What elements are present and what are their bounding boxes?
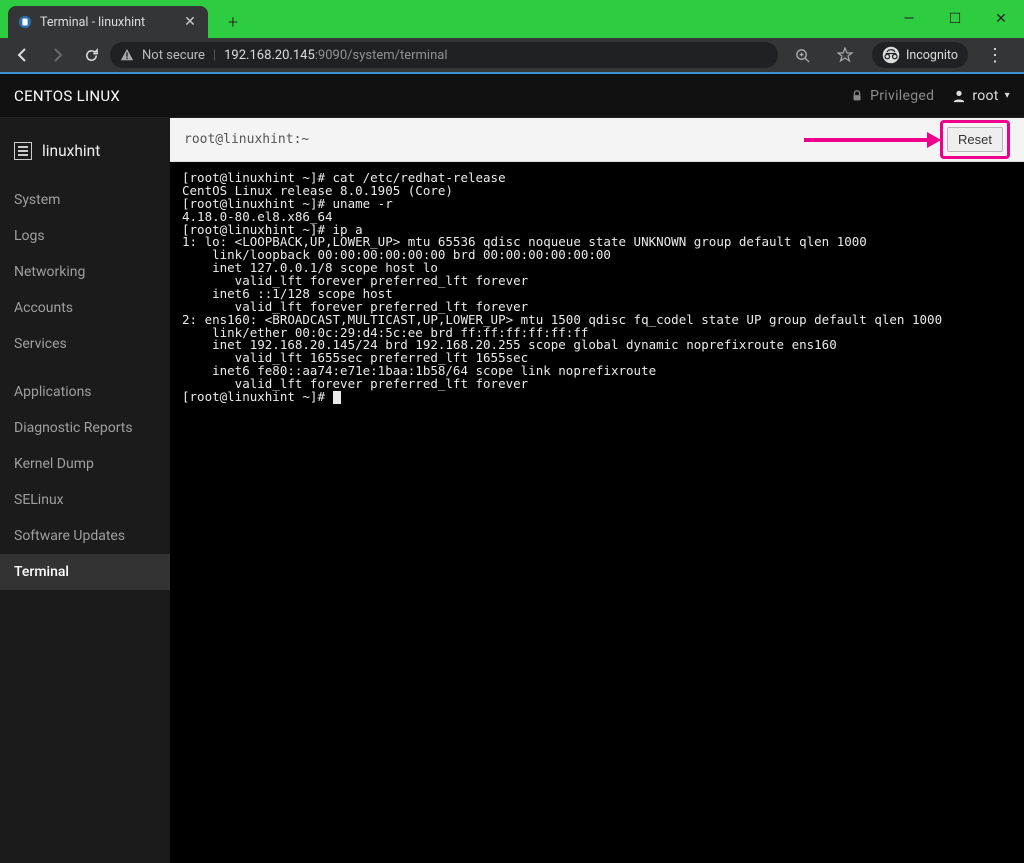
sidebar-item-networking[interactable]: Networking [0, 254, 170, 290]
sidebar-item-applications[interactable]: Applications [0, 374, 170, 410]
url-host: 192.168.20.145 [224, 48, 315, 63]
window-close-button[interactable]: ✕ [978, 0, 1024, 38]
browser-toolbar: Not secure | 192.168.20.145:9090/system/… [0, 38, 1024, 72]
lock-icon [850, 89, 864, 103]
sidebar-item-software-updates[interactable]: Software Updates [0, 518, 170, 554]
sidebar-item-selinux[interactable]: SELinux [0, 482, 170, 518]
sidebar-item-diagnostic-reports[interactable]: Diagnostic Reports [0, 410, 170, 446]
annotation-arrow [804, 138, 934, 142]
window-maximize-button[interactable]: ☐ [932, 0, 978, 38]
window-minimize-button[interactable]: — [886, 0, 932, 38]
user-icon [952, 89, 966, 103]
incognito-icon [882, 46, 900, 64]
warning-icon [120, 48, 134, 62]
url-path: :9090/system/terminal [315, 48, 448, 63]
sidebar: linuxhint SystemLogsNetworkingAccountsSe… [0, 118, 170, 863]
tab-close-icon[interactable]: ✕ [182, 14, 198, 30]
chevron-down-icon: ▾ [1005, 90, 1010, 101]
bookmark-star-icon[interactable] [830, 40, 860, 70]
terminal-prompt-label: root@linuxhint:~ [184, 132, 309, 147]
user-name: root [972, 88, 998, 104]
sidebar-item-terminal[interactable]: Terminal [0, 554, 170, 590]
new-tab-button[interactable]: + [218, 7, 248, 37]
annotation-highlight-box: Reset [940, 120, 1010, 159]
url-bar[interactable]: Not secure | 192.168.20.145:9090/system/… [110, 42, 778, 68]
sidebar-item-services[interactable]: Services [0, 326, 170, 362]
sidebar-item-kernel-dump[interactable]: Kernel Dump [0, 446, 170, 482]
user-menu[interactable]: root ▾ [952, 88, 1010, 104]
tab-strip: Terminal - linuxhint ✕ + [8, 0, 248, 38]
sidebar-item-logs[interactable]: Logs [0, 218, 170, 254]
sidebar-host[interactable]: linuxhint [0, 134, 170, 182]
terminal-cursor [333, 391, 341, 404]
back-button[interactable] [8, 40, 38, 70]
incognito-indicator[interactable]: Incognito [872, 42, 968, 68]
terminal-output[interactable]: [root@linuxhint ~]# cat /etc/redhat-rele… [170, 162, 1024, 863]
server-icon [14, 142, 32, 160]
url-divider: | [213, 48, 216, 63]
forward-button[interactable] [42, 40, 72, 70]
cockpit-header: CENTOS LINUX Privileged root ▾ [0, 74, 1024, 118]
sidebar-item-accounts[interactable]: Accounts [0, 290, 170, 326]
not-secure-label: Not secure [142, 48, 205, 63]
browser-menu-button[interactable]: ⋮ [980, 40, 1010, 70]
sidebar-item-system[interactable]: System [0, 182, 170, 218]
privileged-indicator[interactable]: Privileged [850, 88, 934, 104]
browser-tab[interactable]: Terminal - linuxhint ✕ [8, 6, 208, 38]
terminal-toolbar: root@linuxhint:~ Reset [170, 118, 1024, 162]
reset-button[interactable]: Reset [947, 127, 1003, 152]
window-controls: — ☐ ✕ [886, 0, 1024, 38]
reload-button[interactable] [76, 40, 106, 70]
zoom-icon[interactable] [788, 40, 818, 70]
os-title: CENTOS LINUX [14, 87, 120, 105]
tab-favicon-icon [18, 15, 32, 29]
hostname: linuxhint [42, 142, 100, 160]
incognito-label: Incognito [906, 48, 958, 63]
privileged-label: Privileged [870, 88, 934, 104]
content-area: root@linuxhint:~ Reset [root@linuxhint ~… [170, 118, 1024, 863]
tab-title: Terminal - linuxhint [40, 15, 174, 30]
window-titlebar: Terminal - linuxhint ✕ + — ☐ ✕ [0, 0, 1024, 38]
